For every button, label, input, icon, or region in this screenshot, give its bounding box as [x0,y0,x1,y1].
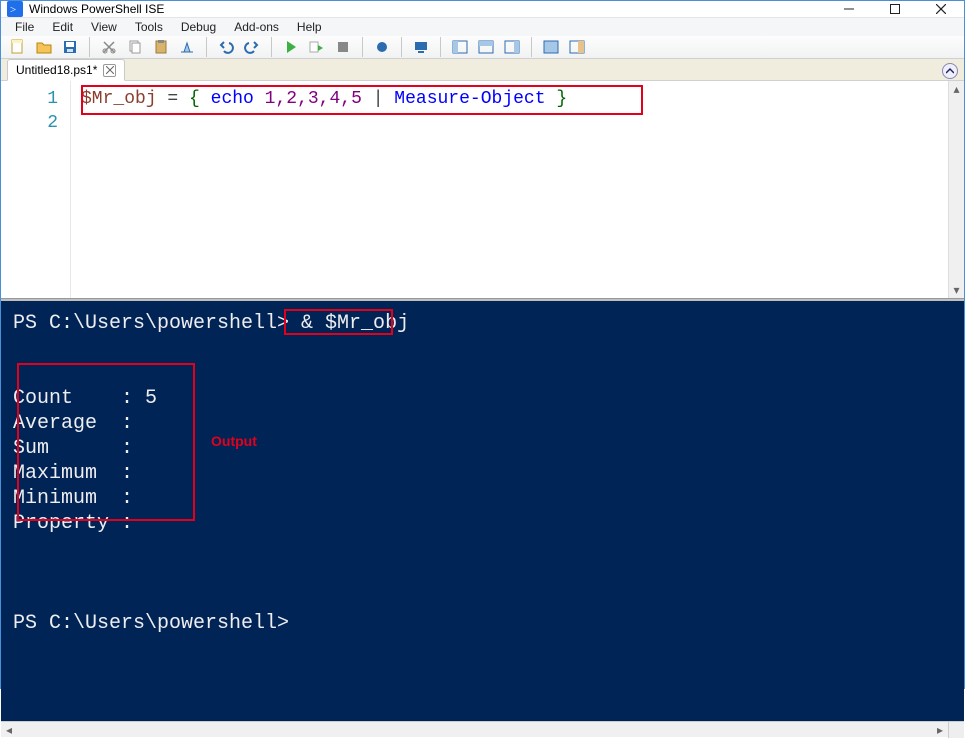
scroll-corner [948,722,964,738]
minimize-button[interactable] [826,1,872,17]
line-number-gutter: 1 2 [1,81,71,298]
menu-help[interactable]: Help [289,18,330,36]
toolbar [1,36,964,59]
toolbar-separator [206,37,207,57]
paste-icon[interactable] [150,36,172,58]
clear-icon[interactable] [176,36,198,58]
code-token-command: echo [211,89,254,109]
menu-file[interactable]: File [7,18,42,36]
line-number: 2 [1,111,58,135]
open-icon[interactable] [33,36,55,58]
panel-stack-icon[interactable] [475,36,497,58]
scroll-down-icon[interactable]: ▾ [949,282,964,298]
code-token-pipe: | [373,89,395,109]
cut-icon[interactable] [98,36,120,58]
toolbar-separator [362,37,363,57]
scroll-right-icon[interactable]: ▸ [932,723,948,737]
menu-view[interactable]: View [83,18,125,36]
code-token-brace: { [189,89,211,109]
code-token-brace: } [546,89,568,109]
tab-strip: Untitled18.ps1* [1,59,964,81]
script-tab-label: Untitled18.ps1* [16,63,97,77]
save-icon[interactable] [59,36,81,58]
menu-tools[interactable]: Tools [127,18,171,36]
run-icon[interactable] [280,36,302,58]
scroll-up-icon[interactable]: ▴ [949,81,964,97]
toolbar-separator [401,37,402,57]
cmd-addon-icon[interactable] [566,36,588,58]
new-icon[interactable] [7,36,29,58]
console-pane[interactable]: PS C:\Users\powershell> & $Mr_obj Count … [1,301,964,721]
code-token-variable: $Mr_obj [81,89,157,109]
script-editor[interactable]: 1 2 $Mr_obj = { echo 1,2,3,4,5 | Measure… [1,81,964,299]
run-selection-icon[interactable] [306,36,328,58]
redo-icon[interactable] [241,36,263,58]
code-token-command: Measure-Object [394,89,545,109]
script-tab[interactable]: Untitled18.ps1* [7,59,125,81]
menu-bar: File Edit View Tools Debug Add-ons Help [1,18,964,36]
panel-max-icon[interactable] [540,36,562,58]
annotation-highlight-command [284,309,393,335]
toolbar-separator [440,37,441,57]
window-titlebar: > Windows PowerShell ISE [1,1,964,18]
panel-right-icon[interactable] [501,36,523,58]
window-controls [826,1,964,17]
copy-icon[interactable] [124,36,146,58]
collapse-script-pane-icon[interactable] [942,63,958,79]
undo-icon[interactable] [215,36,237,58]
toolbar-separator [271,37,272,57]
menu-addons[interactable]: Add-ons [226,18,287,36]
scroll-left-icon[interactable]: ◂ [1,723,17,737]
code-area[interactable]: $Mr_obj = { echo 1,2,3,4,5 | Measure-Obj… [71,81,948,298]
stop-icon[interactable] [332,36,354,58]
code-token-operator: = [157,89,189,109]
toolbar-separator [531,37,532,57]
console-horizontal-scrollbar[interactable]: ◂ ▸ [1,721,964,737]
close-button[interactable] [918,1,964,17]
menu-debug[interactable]: Debug [173,18,224,36]
breakpoint-icon[interactable] [371,36,393,58]
code-token-args: 1,2,3,4,5 [254,89,373,109]
svg-text:>: > [10,4,16,16]
window-title: Windows PowerShell ISE [29,2,826,16]
console-prompt: PS C:\Users\powershell> [13,612,289,635]
remote-icon[interactable] [410,36,432,58]
app-icon: > [7,1,23,17]
panel-left-icon[interactable] [449,36,471,58]
editor-vertical-scrollbar[interactable]: ▴ ▾ [948,81,964,298]
maximize-button[interactable] [872,1,918,17]
tab-close-icon[interactable] [103,64,116,77]
annotation-output-label: Output [211,429,257,454]
console-prompt: PS C:\Users\powershell> [13,312,289,335]
line-number: 1 [1,87,58,111]
annotation-highlight-output [17,363,195,521]
menu-edit[interactable]: Edit [44,18,81,36]
toolbar-separator [89,37,90,57]
